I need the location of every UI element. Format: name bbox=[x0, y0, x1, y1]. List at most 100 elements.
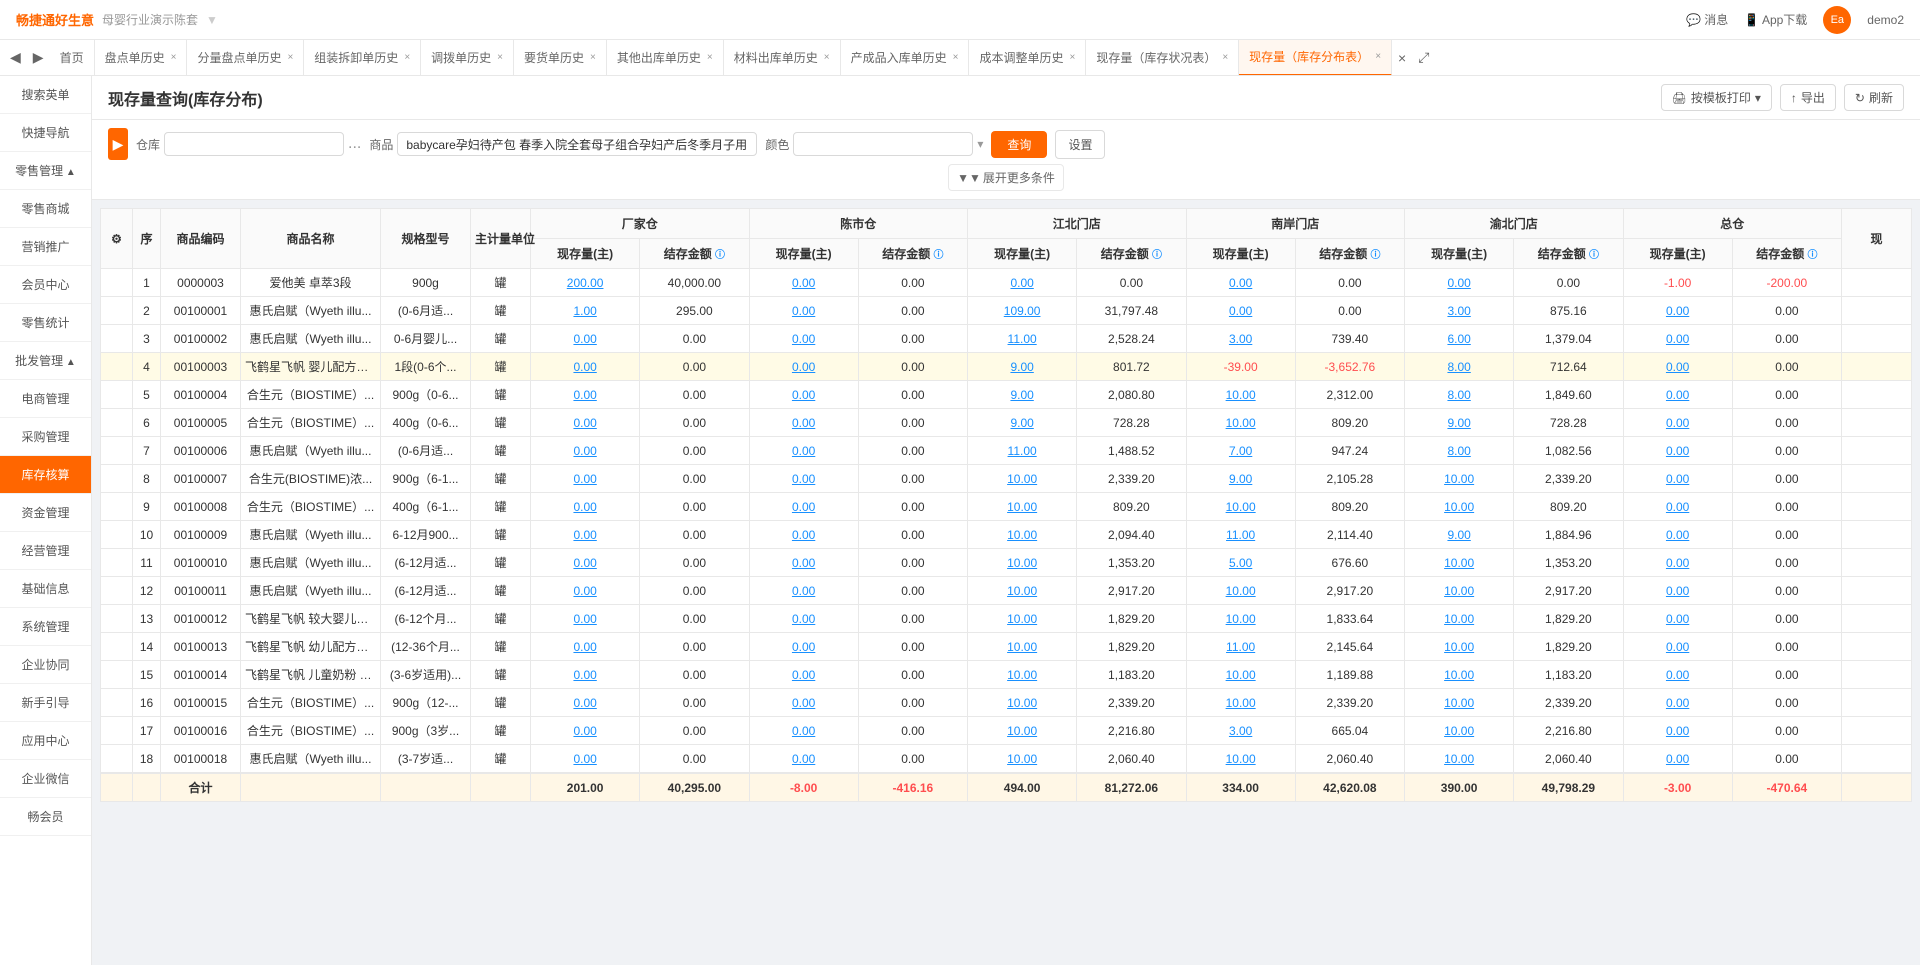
total-row: 合计201.0040,295.00-8.00-416.16494.0081,27… bbox=[101, 773, 1912, 802]
sidebar-item-operations[interactable]: 经营管理 bbox=[0, 532, 91, 570]
close-tab-stock_distribution[interactable]: × bbox=[1375, 51, 1381, 62]
table-row: 200100001惠氏启赋（Wyeth illu...(0-6月适...罐1.0… bbox=[101, 297, 1912, 325]
table-row: 1200100011惠氏启赋（Wyeth illu...(6-12月适...罐0… bbox=[101, 577, 1912, 605]
sidebar-item-members[interactable]: 畅会员 bbox=[0, 798, 91, 836]
main-layout: 搜索英单快捷导航零售管理 ▲零售商城营销推广会员中心零售统计批发管理 ▲电商管理… bbox=[0, 76, 1920, 965]
export-btn[interactable]: ↑ 导出 bbox=[1780, 84, 1836, 111]
yubei-stock-header: 现存量(主) bbox=[1405, 239, 1514, 269]
code-col-header: 商品编码 bbox=[161, 209, 241, 269]
sidebar-item-guide[interactable]: 新手引导 bbox=[0, 684, 91, 722]
warehouse-more[interactable]: ... bbox=[348, 135, 361, 153]
sidebar-item-shortcut[interactable]: 快捷导航 bbox=[0, 114, 91, 152]
collapse-btn[interactable]: ▶ bbox=[108, 128, 128, 160]
tab-stock_status[interactable]: 现存量（库存状况表）× bbox=[1086, 40, 1239, 76]
close-tab-transfer[interactable]: × bbox=[497, 52, 503, 63]
warehouse-input[interactable] bbox=[164, 132, 344, 156]
settings-btn[interactable]: 设置 bbox=[1055, 130, 1105, 159]
print-btn[interactable]: 🖨 按模板打印 ▾ bbox=[1661, 84, 1772, 111]
sidebar-item-retail[interactable]: 零售管理 ▲ bbox=[0, 152, 91, 190]
app-download-btn[interactable]: 📱 App下载 bbox=[1744, 11, 1807, 28]
tab-product_inbound[interactable]: 产成品入库单历史× bbox=[841, 40, 970, 76]
close-tab-material_outbound[interactable]: × bbox=[824, 52, 830, 63]
settings-col-header[interactable]: ⚙ bbox=[101, 209, 133, 269]
tab-assemble_disassemble[interactable]: 组装拆卸单历史× bbox=[304, 40, 421, 76]
sidebar-item-retail-stats[interactable]: 零售统计 bbox=[0, 304, 91, 342]
username: demo2 bbox=[1867, 13, 1904, 27]
tab-stock_distribution[interactable]: 现存量（库存分布表）× bbox=[1239, 40, 1392, 76]
tab-transfer[interactable]: 调拨单历史× bbox=[421, 40, 514, 76]
sidebar-item-collab[interactable]: 企业协同 bbox=[0, 646, 91, 684]
tab-nav-right[interactable]: ▶ bbox=[27, 49, 50, 66]
tab-other_outbound[interactable]: 其他出库单历史× bbox=[607, 40, 724, 76]
expand-conditions-btn[interactable]: ▼▼ 展开更多条件 bbox=[948, 164, 1064, 191]
page-header: 现存量查询(库存分布) 🖨 按模板打印 ▾ ↑ 导出 ↻ 刷新 bbox=[92, 76, 1920, 120]
index-col-header: 序 bbox=[133, 209, 161, 269]
sidebar-item-inventory[interactable]: 库存核算 bbox=[0, 456, 91, 494]
message-icon: 💬 bbox=[1686, 13, 1701, 27]
color-input[interactable] bbox=[793, 132, 973, 156]
tab-inventory_count[interactable]: 盘点单历史× bbox=[95, 40, 188, 76]
tab-cost_adjust[interactable]: 成本调整单历史× bbox=[969, 40, 1086, 76]
top-bar-right: 💬 消息 📱 App下载 Ea demo2 bbox=[1686, 6, 1904, 34]
sidebar-item-basic[interactable]: 基础信息 bbox=[0, 570, 91, 608]
message-btn[interactable]: 💬 消息 bbox=[1686, 11, 1728, 28]
sidebar-item-marketing[interactable]: 营销推广 bbox=[0, 228, 91, 266]
close-tab-assemble_disassemble[interactable]: × bbox=[404, 52, 410, 63]
nanan-stock-header: 现存量(主) bbox=[1186, 239, 1295, 269]
tab-goods_request[interactable]: 要货单历史× bbox=[514, 40, 607, 76]
sidebar-item-search[interactable]: 搜索英单 bbox=[0, 76, 91, 114]
factory-balance-header: 结存金额 ⓘ bbox=[640, 239, 749, 269]
export-icon: ↑ bbox=[1791, 91, 1797, 105]
goods-filter: 商品 bbox=[369, 132, 757, 156]
sidebar-item-wholesale[interactable]: 批发管理 ▲ bbox=[0, 342, 91, 380]
search-btn[interactable]: 查询 bbox=[991, 131, 1047, 158]
table-row: 1700100016合生元（BIOSTIME）...900g（3岁...罐0.0… bbox=[101, 717, 1912, 745]
tab-nav-left[interactable]: ◀ bbox=[4, 49, 27, 66]
logo-area: 畅捷通好生意 bbox=[16, 10, 94, 29]
tab-sub_inventory_count[interactable]: 分量盘点单历史× bbox=[187, 40, 304, 76]
jiangbei-stock-header: 现存量(主) bbox=[968, 239, 1077, 269]
sidebar-item-appcenter[interactable]: 应用中心 bbox=[0, 722, 91, 760]
close-tab-cost_adjust[interactable]: × bbox=[1069, 52, 1075, 63]
table-row: 300100002惠氏启赋（Wyeth illu...0-6月婴儿...罐0.0… bbox=[101, 325, 1912, 353]
close-tab-inventory_count[interactable]: × bbox=[171, 52, 177, 63]
warehouse-filter: 仓库 ... bbox=[136, 132, 361, 156]
close-tab-sub_inventory_count[interactable]: × bbox=[287, 52, 293, 63]
sidebar-item-retail-store[interactable]: 零售商城 bbox=[0, 190, 91, 228]
close-tab-goods_request[interactable]: × bbox=[590, 52, 596, 63]
avatar: Ea bbox=[1823, 6, 1851, 34]
sidebar-item-finance[interactable]: 资金管理 bbox=[0, 494, 91, 532]
table-row: 600100005合生元（BIOSTIME）...400g（0-6...罐0.0… bbox=[101, 409, 1912, 437]
color-dropdown-icon[interactable]: ▾ bbox=[977, 137, 983, 151]
close-tab-product_inbound[interactable]: × bbox=[953, 52, 959, 63]
sidebar-item-purchase[interactable]: 采购管理 bbox=[0, 418, 91, 456]
tab-home[interactable]: 首页 bbox=[50, 40, 95, 76]
tab-expand[interactable]: ⤢ bbox=[1412, 49, 1435, 66]
total-stock-header: 现存量(主) bbox=[1623, 239, 1732, 269]
warehouse-label: 仓库 bbox=[136, 136, 160, 153]
table-row: 1400100013飞鹤星飞帆 幼儿配方奶...(12-36个月...罐0.00… bbox=[101, 633, 1912, 661]
table-settings-icon[interactable]: ⚙ bbox=[111, 232, 122, 246]
color-filter: 颜色 ▾ bbox=[765, 132, 983, 156]
refresh-btn[interactable]: ↻ 刷新 bbox=[1844, 84, 1904, 111]
tab-material_outbound[interactable]: 材料出库单历史× bbox=[724, 40, 841, 76]
chenshi-balance-header: 结存金额 ⓘ bbox=[858, 239, 967, 269]
filter-bar: ▶ 仓库 ... 商品 颜色 ▾ 查询 设置 bbox=[92, 120, 1920, 200]
total-header: 总仓 bbox=[1623, 209, 1842, 239]
print-icon: 🖨 bbox=[1672, 91, 1687, 105]
close-tab-stock_status[interactable]: × bbox=[1222, 52, 1228, 63]
chenshi-stock-header: 现存量(主) bbox=[749, 239, 858, 269]
sidebar-item-system[interactable]: 系统管理 bbox=[0, 608, 91, 646]
logo-subtitle: 母婴行业演示陈套 bbox=[102, 11, 198, 28]
sidebar-item-member[interactable]: 会员中心 bbox=[0, 266, 91, 304]
table-row: 10000003爱他美 卓萃3段900g罐200.0040,000.000.00… bbox=[101, 269, 1912, 297]
unit-col-header: 主计量单位 bbox=[471, 209, 531, 269]
sidebar-item-wechat[interactable]: 企业微信 bbox=[0, 760, 91, 798]
goods-input[interactable] bbox=[397, 132, 757, 156]
tab-close-all[interactable]: × bbox=[1392, 50, 1412, 66]
nanan-store-header: 南岸门店 bbox=[1186, 209, 1405, 239]
jiangbei-balance-header: 结存金额 ⓘ bbox=[1077, 239, 1186, 269]
table-container[interactable]: ⚙ 序 商品编码 商品名称 规格型号 主计量单位 厂家仓 陈市仓 江北门店 南岸… bbox=[92, 200, 1920, 965]
sidebar-item-ecommerce[interactable]: 电商管理 bbox=[0, 380, 91, 418]
close-tab-other_outbound[interactable]: × bbox=[707, 52, 713, 63]
